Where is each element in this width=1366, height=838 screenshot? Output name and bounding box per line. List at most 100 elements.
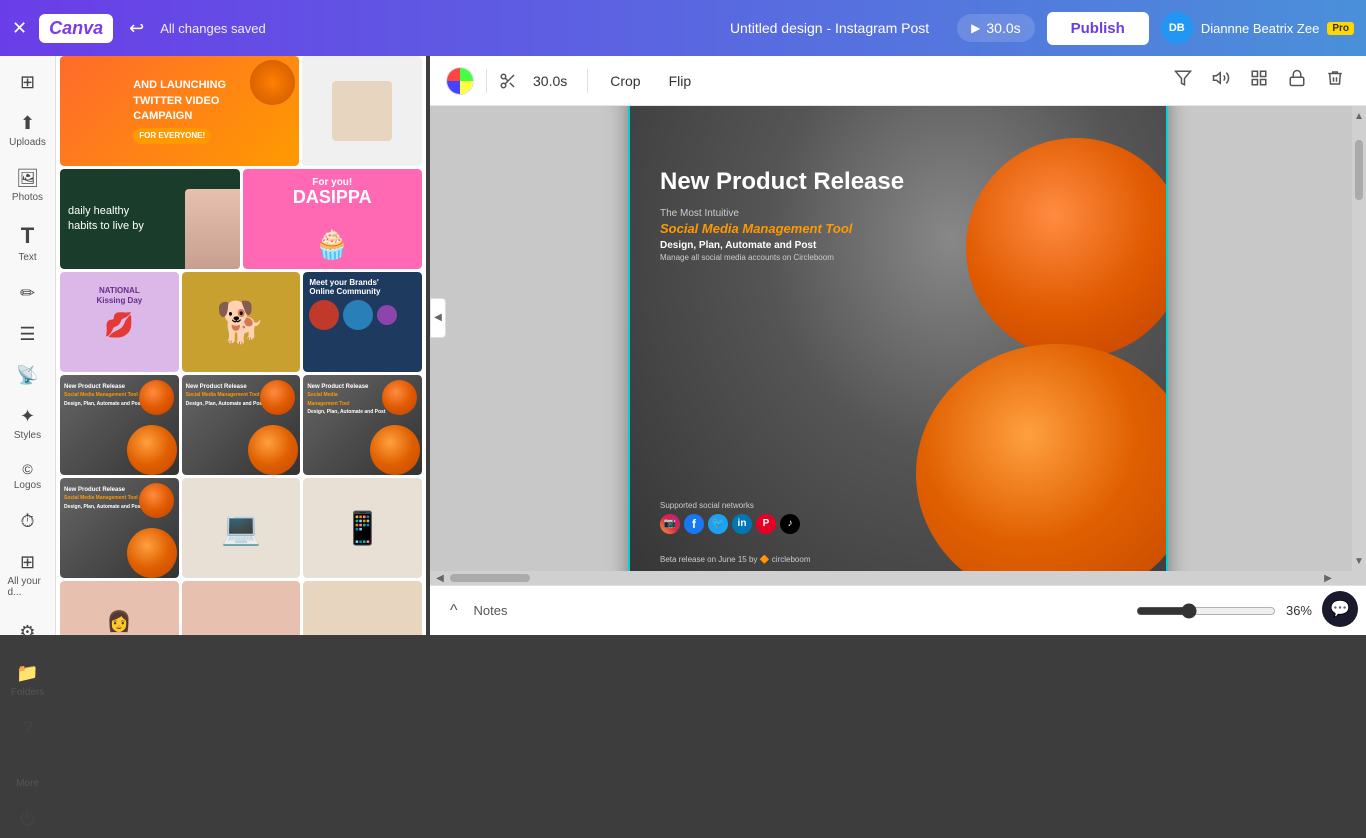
settings-icon: ⚙ xyxy=(19,622,35,643)
trash-icon-button[interactable] xyxy=(1320,63,1350,98)
pinterest-icon: P xyxy=(756,514,776,534)
flip-button[interactable]: Flip xyxy=(659,67,702,95)
template-item-phone[interactable]: 📱 xyxy=(303,478,422,578)
close-button[interactable]: ✕ xyxy=(12,18,27,39)
lines-icon: ☰ xyxy=(19,324,35,345)
user-area: DB Diannne Beatrix Zee Pro xyxy=(1161,12,1354,44)
lock-icon-button[interactable] xyxy=(1282,63,1312,98)
timer-display: 30.0s xyxy=(525,69,575,93)
scroll-down-arrow[interactable]: ▼ xyxy=(1352,551,1366,571)
zoom-slider[interactable] xyxy=(1136,603,1276,619)
logos-icon: © xyxy=(22,461,32,477)
design-subdesc-text: Manage all social media accounts on Circ… xyxy=(660,253,980,262)
sidebar-item-styles[interactable]: ✦ Styles xyxy=(4,398,52,449)
pro-badge: Pro xyxy=(1327,22,1354,35)
instagram-icon: 📷 xyxy=(660,514,680,534)
sidebar-item-apps[interactable]: ⊞ xyxy=(4,64,52,101)
template-row-6: 👩 xyxy=(56,581,426,635)
undo-button[interactable]: ↩ xyxy=(125,14,148,43)
sidebar-more-label: More xyxy=(16,778,39,789)
canvas-area: New Product Release The Most Intuitive S… xyxy=(430,106,1366,585)
template-row-4: New Product ReleaseSocial Media Manageme… xyxy=(56,375,426,478)
template-item-product3[interactable]: New Product ReleaseSocial MediaManagemen… xyxy=(303,375,422,475)
scroll-right-arrow[interactable]: ▶ xyxy=(1318,571,1338,585)
template-row-5: New Product ReleaseSocial Media Manageme… xyxy=(56,478,426,581)
publish-button[interactable]: Publish xyxy=(1047,12,1149,45)
sidebar-logos-label: Logos xyxy=(14,480,41,491)
bottom-bar: ^ Notes 36% ? xyxy=(430,585,1366,635)
twitter-icon: 🐦 xyxy=(708,514,728,534)
template-item[interactable]: Meet your Brands'Online Community xyxy=(303,272,422,372)
uploads-icon: ⬆ xyxy=(20,113,35,134)
template-item[interactable] xyxy=(182,581,301,635)
color-swatch[interactable] xyxy=(446,67,474,95)
toolbar-right xyxy=(1168,63,1350,98)
grid-icon-button[interactable] xyxy=(1244,63,1274,98)
sidebar-item-power[interactable]: ⏻ xyxy=(4,801,52,838)
canva-logo: Canva xyxy=(39,14,113,43)
design-title: Untitled design - Instagram Post xyxy=(730,20,929,36)
styles-icon: ✦ xyxy=(20,406,35,427)
sidebar-item-photos[interactable]: 🖼 Photos xyxy=(4,160,52,211)
design-text-area: New Product Release The Most Intuitive S… xyxy=(660,168,980,263)
design-accent-text: Social Media Management Tool xyxy=(660,221,980,236)
sidebar-item-text[interactable]: T Text xyxy=(4,215,52,271)
template-row-3: NATIONALKissing Day 💋 🐕 Meet your Brands… xyxy=(56,272,426,375)
more-icon: ··· xyxy=(18,759,38,775)
scroll-thumb-vertical[interactable] xyxy=(1355,140,1363,200)
sidebar-item-more[interactable]: ··· More xyxy=(4,751,52,797)
history-icon: ⏱ xyxy=(20,511,34,532)
vertical-scrollbar[interactable]: ▲ ▼ xyxy=(1352,106,1366,585)
template-item[interactable]: 👩 xyxy=(60,581,179,635)
timer-button[interactable]: ▶ 30.0s xyxy=(957,14,1034,42)
template-item-laptop[interactable]: 💻 xyxy=(182,478,301,578)
template-item[interactable]: For you! DASIPPA 🧁 xyxy=(243,169,423,269)
collapse-panel-button[interactable]: ◀ xyxy=(430,298,446,338)
sidebar-folders-label: Folders xyxy=(11,687,44,698)
expand-notes-button[interactable]: ^ xyxy=(446,598,462,624)
design-beta-text: Beta release on June 15 by 🔶 circleboom xyxy=(660,555,811,564)
scroll-left-arrow[interactable]: ◀ xyxy=(430,571,450,585)
template-item[interactable] xyxy=(302,56,422,166)
toolbar-divider-2 xyxy=(587,69,588,93)
sidebar-item-help[interactable]: ? xyxy=(4,710,52,747)
design-canvas[interactable]: New Product Release The Most Intuitive S… xyxy=(628,106,1168,585)
sidebar-alldesigns-label: All your d... xyxy=(8,576,48,598)
linkedin-icon: in xyxy=(732,514,752,534)
sidebar-item-history[interactable]: ⏱ xyxy=(4,503,52,540)
all-designs-icon: ⊞ xyxy=(20,552,35,573)
audio-icon-button[interactable] xyxy=(1206,63,1236,98)
template-item-product1[interactable]: New Product ReleaseSocial Media Manageme… xyxy=(60,375,179,475)
sidebar-item-comment[interactable]: ✏ xyxy=(4,275,52,312)
apps-icon: ⊞ xyxy=(20,72,35,93)
crop-button[interactable]: Crop xyxy=(600,67,650,95)
template-item-product2[interactable]: New Product ReleaseSocial Media Manageme… xyxy=(182,375,301,475)
scroll-thumb-horizontal[interactable] xyxy=(450,574,530,582)
sidebar-item-folders[interactable]: 📁 Folders xyxy=(4,655,52,706)
avatar: DB xyxy=(1161,12,1193,44)
template-item[interactable]: daily healthyhabits to live by xyxy=(60,169,240,269)
template-item[interactable]: NATIONALKissing Day 💋 xyxy=(60,272,179,372)
template-item[interactable]: 🐕 xyxy=(182,272,301,372)
template-item[interactable] xyxy=(303,581,422,635)
sidebar-item-lines[interactable]: ☰ xyxy=(4,316,52,353)
sidebar-item-all-designs[interactable]: ⊞ All your d... xyxy=(4,544,52,606)
timer-value: 30.0s xyxy=(986,20,1020,36)
sidebar-item-rss[interactable]: 📡 xyxy=(4,357,52,394)
toolbar-divider-1 xyxy=(486,69,487,93)
sidebar-item-settings[interactable]: ⚙ xyxy=(4,614,52,651)
horizontal-scrollbar[interactable]: ◀ ▶ xyxy=(430,571,1352,585)
template-item[interactable]: AND LAUNCHING TWITTER VIDEO CAMPAIGN FOR… xyxy=(60,56,299,166)
chat-bubble-button[interactable]: 💬 xyxy=(1322,591,1358,627)
sidebar-item-uploads[interactable]: ⬆ Uploads xyxy=(4,105,52,156)
filter-icon-button[interactable] xyxy=(1168,63,1198,98)
template-item-product4[interactable]: New Product ReleaseSocial Media Manageme… xyxy=(60,478,179,578)
notes-label: Notes xyxy=(474,603,508,618)
template-row-2: daily healthyhabits to live by For you! … xyxy=(56,169,426,272)
scroll-up-arrow[interactable]: ▲ xyxy=(1352,106,1366,126)
sidebar-text-label: Text xyxy=(18,252,36,263)
sidebar-item-logos[interactable]: © Logos xyxy=(4,453,52,499)
design-desc-text: Design, Plan, Automate and Post xyxy=(660,240,980,251)
rss-icon: 📡 xyxy=(16,365,38,386)
user-name: Diannne Beatrix Zee xyxy=(1201,21,1320,36)
